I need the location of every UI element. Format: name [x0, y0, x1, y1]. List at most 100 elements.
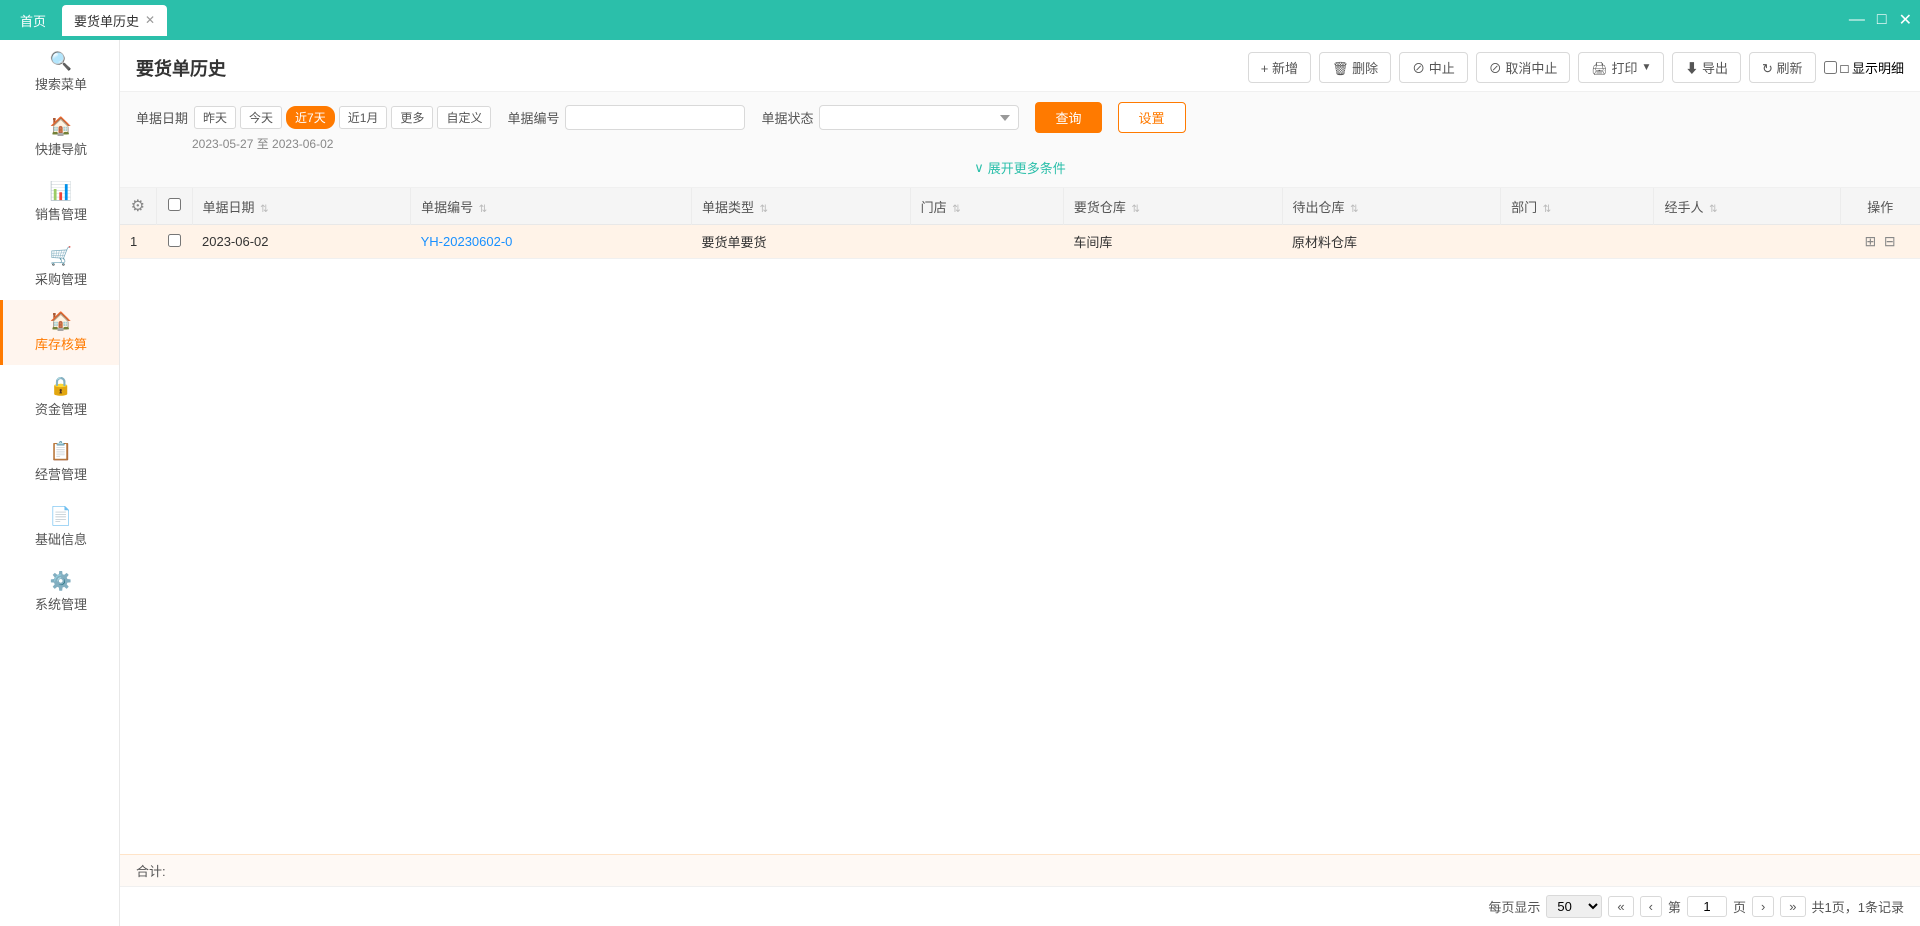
close-icon[interactable]: ✕	[1899, 10, 1912, 30]
col-checkbox	[156, 188, 192, 225]
row-checkbox[interactable]	[168, 234, 181, 247]
last-page-btn[interactable]: »	[1780, 896, 1805, 917]
col-settings: ⚙	[120, 188, 156, 225]
table-header: ⚙ 单据日期 ⇅ 单据编号 ⇅	[120, 188, 1920, 225]
sidebar-item-sales[interactable]: 📊 销售管理	[0, 170, 119, 235]
cancel-stop-button[interactable]: ⊘ 取消中止	[1476, 52, 1571, 83]
page-number-input[interactable]	[1687, 896, 1727, 917]
date-btn-1month[interactable]: 近1月	[339, 106, 388, 129]
doc-no-link[interactable]: YH-20230602-0	[421, 234, 513, 249]
cell-req-warehouse: 车间库	[1063, 225, 1282, 259]
chart-icon: 📊	[50, 182, 72, 200]
show-detail-checkbox[interactable]	[1824, 61, 1837, 74]
status-select[interactable]	[819, 105, 1019, 130]
sidebar-item-search[interactable]: 🔍 搜索菜单	[0, 40, 119, 105]
first-page-btn[interactable]: «	[1608, 896, 1633, 917]
filter-bar: 单据日期 昨天 今天 近7天 近1月 更多 自定义 单据编号	[120, 92, 1920, 188]
export-button[interactable]: ⬇ 导出	[1672, 52, 1741, 83]
stop-button[interactable]: ⊘ 中止	[1399, 52, 1468, 83]
delete-button[interactable]: 🗑 删除	[1319, 52, 1391, 83]
home-icon: 🏠	[50, 117, 72, 135]
table-row: 1 2023-06-02 YH-20230602-0 要货单要货 车间库 原材料…	[120, 225, 1920, 259]
date-btn-7days[interactable]: 近7天	[286, 106, 335, 129]
sort-department-icon[interactable]: ⇅	[1543, 204, 1551, 215]
sidebar-item-operations[interactable]: 📋 经营管理	[0, 430, 119, 495]
chevron-down-icon: ∨	[974, 160, 984, 176]
page-header: 要货单历史 + 新增 🗑 删除 ⊘ 中止 ⊘ 取消中止 🖨 打印 ▼ ⬇ 导出 …	[120, 40, 1920, 92]
table-settings-icon[interactable]: ⚙	[131, 198, 145, 215]
inventory-icon: 🏠	[50, 312, 72, 330]
sidebar-item-finance[interactable]: 🔒 资金管理	[0, 365, 119, 430]
print-button[interactable]: 🖨 打印 ▼	[1578, 52, 1664, 83]
page-title: 要货单历史	[136, 55, 1240, 81]
docno-input[interactable]	[565, 105, 745, 130]
sort-store-icon[interactable]: ⇅	[952, 204, 960, 215]
sidebar-item-purchase[interactable]: 🛒 采购管理	[0, 235, 119, 300]
sort-handler-icon[interactable]: ⇅	[1709, 204, 1717, 215]
document-icon: 📄	[50, 507, 72, 525]
sidebar-label-search: 搜索菜单	[35, 74, 87, 93]
col-doc-type: 单据类型 ⇅	[691, 188, 910, 225]
date-range-display: 2023-05-27 至 2023-06-02	[192, 135, 1904, 152]
sort-pending-warehouse-icon[interactable]: ⇅	[1350, 204, 1358, 215]
cart-icon: 🛒	[50, 247, 72, 265]
sidebar-label-operations: 经营管理	[35, 464, 87, 483]
tab-close-icon[interactable]: ✕	[145, 14, 155, 26]
cell-store	[910, 225, 1063, 259]
docno-label: 单据编号	[507, 108, 559, 127]
refresh-button[interactable]: ↻ 刷新	[1749, 52, 1816, 83]
sidebar-label-quick-nav: 快捷导航	[35, 139, 87, 158]
sidebar: 🔍 搜索菜单 🏠 快捷导航 📊 销售管理 🛒 采购管理 🏠 库存核算 🔒 资金管…	[0, 40, 120, 926]
docno-filter-group: 单据编号	[507, 105, 745, 130]
sort-req-warehouse-icon[interactable]: ⇅	[1132, 204, 1140, 215]
sidebar-item-inventory[interactable]: 🏠 库存核算	[0, 300, 119, 365]
prev-page-btn[interactable]: ‹	[1640, 896, 1662, 917]
col-store: 门店 ⇅	[910, 188, 1063, 225]
cell-doc-no: YH-20230602-0	[411, 225, 692, 259]
col-doc-date: 单据日期 ⇅	[192, 188, 411, 225]
sidebar-item-base[interactable]: 📄 基础信息	[0, 495, 119, 560]
next-page-btn[interactable]: ›	[1752, 896, 1774, 917]
col-department: 部门 ⇅	[1501, 188, 1654, 225]
date-btn-yesterday[interactable]: 昨天	[194, 106, 236, 129]
select-all-checkbox[interactable]	[168, 198, 181, 211]
sort-doc-date-icon[interactable]: ⇅	[260, 204, 268, 215]
query-button[interactable]: 查询	[1035, 102, 1101, 133]
sort-doc-no-icon[interactable]: ⇅	[479, 204, 487, 215]
page-label: 第	[1668, 897, 1681, 916]
window-controls: — □ ✕	[1849, 10, 1912, 30]
tab-home[interactable]: 首页	[8, 5, 58, 36]
new-button[interactable]: + 新增	[1248, 52, 1311, 83]
tab-yaohuodan[interactable]: 要货单历史 ✕	[62, 5, 167, 36]
date-btn-more[interactable]: 更多	[391, 106, 433, 129]
sidebar-label-system: 系统管理	[35, 594, 87, 613]
cell-ops: ⊞ ⊟	[1840, 225, 1920, 259]
show-detail-toggle[interactable]: □ 显示明细	[1824, 58, 1904, 77]
sidebar-label-base: 基础信息	[35, 529, 87, 548]
status-filter-group: 单据状态	[761, 105, 1019, 130]
settings-button[interactable]: 设置	[1118, 102, 1186, 133]
expand-more-btn[interactable]: ∨ 展开更多条件	[136, 158, 1904, 177]
minimize-icon[interactable]: —	[1849, 11, 1865, 29]
table-body: 1 2023-06-02 YH-20230602-0 要货单要货 车间库 原材料…	[120, 225, 1920, 259]
per-page-select[interactable]: 50 10 20 100	[1546, 895, 1602, 918]
date-btn-custom[interactable]: 自定义	[437, 106, 491, 129]
maximize-icon[interactable]: □	[1877, 11, 1887, 29]
cell-pending-warehouse: 原材料仓库	[1282, 225, 1501, 259]
more-icon[interactable]: ⊟	[1884, 233, 1896, 249]
sort-doc-type-icon[interactable]: ⇅	[760, 204, 768, 215]
date-btn-today[interactable]: 今天	[240, 106, 282, 129]
date-filter-group: 单据日期 昨天 今天 近7天 近1月 更多 自定义	[136, 106, 491, 129]
total-info: 共1页，1条记录	[1812, 897, 1904, 916]
edit-icon[interactable]: ⊞	[1864, 233, 1876, 249]
gear-icon: ⚙️	[50, 572, 72, 590]
col-doc-no: 单据编号 ⇅	[411, 188, 692, 225]
page-suffix: 页	[1733, 897, 1746, 916]
search-icon: 🔍	[50, 52, 72, 70]
pagination-bar: 每页显示 50 10 20 100 « ‹ 第 页 › » 共1页，1条记录	[120, 886, 1920, 926]
col-handler: 经手人 ⇅	[1654, 188, 1840, 225]
sidebar-item-system[interactable]: ⚙️ 系统管理	[0, 560, 119, 625]
filter-row-1: 单据日期 昨天 今天 近7天 近1月 更多 自定义 单据编号	[136, 102, 1904, 133]
sidebar-item-quick-nav[interactable]: 🏠 快捷导航	[0, 105, 119, 170]
col-pending-warehouse: 待出仓库 ⇅	[1282, 188, 1501, 225]
